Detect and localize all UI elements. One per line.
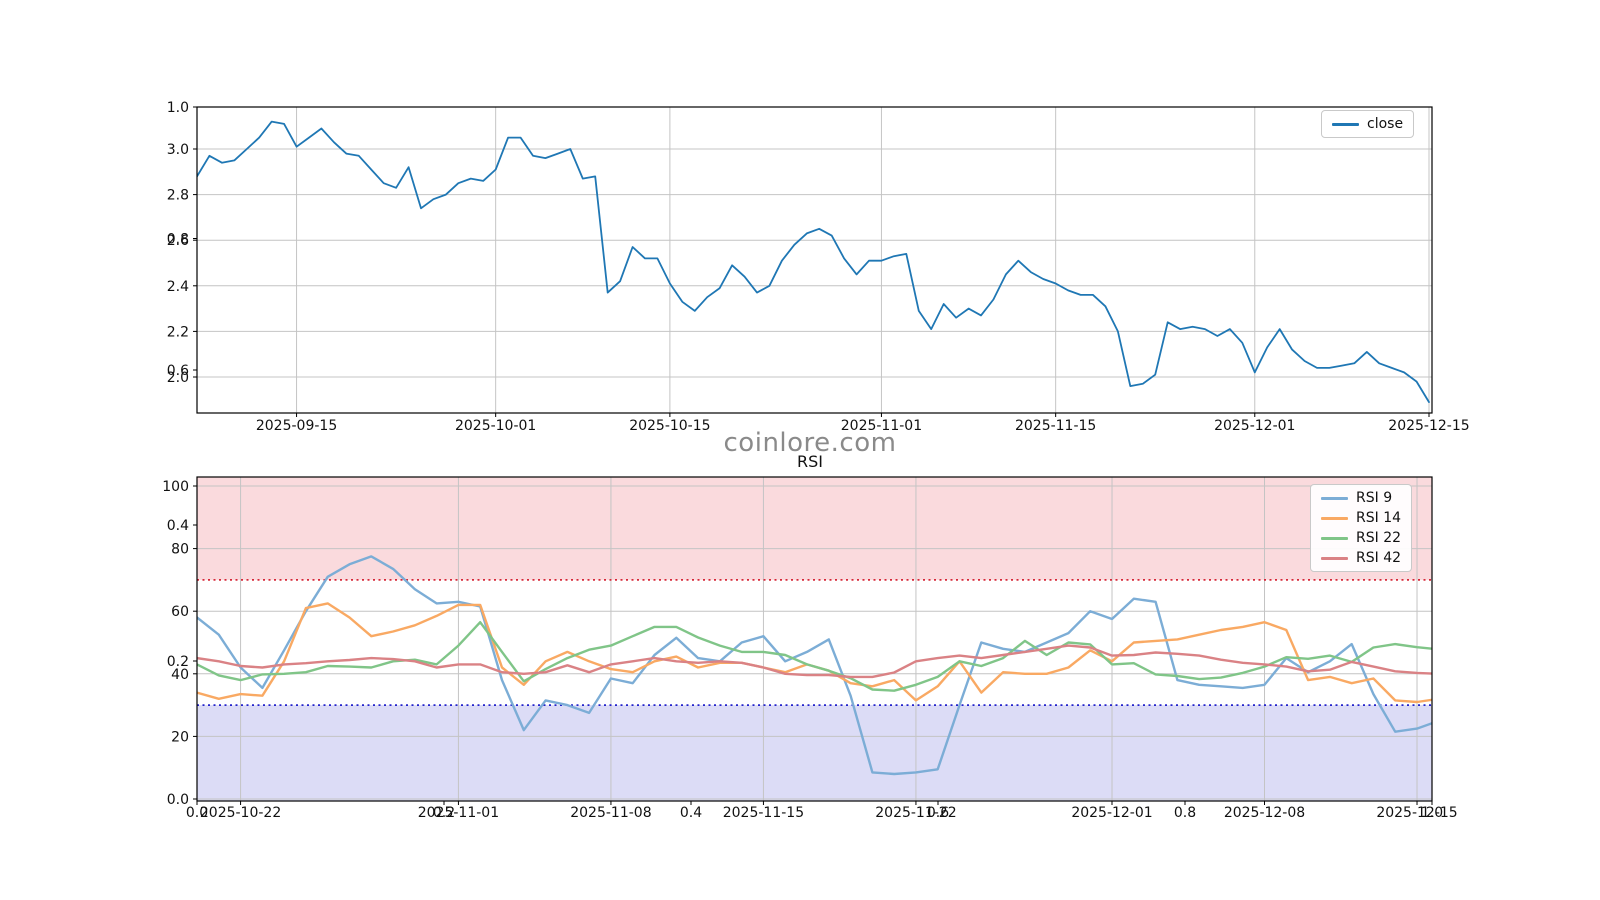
- y-tick-label: 0.0: [167, 792, 189, 808]
- y-tick-label-secondary: 0.8: [167, 232, 189, 248]
- y-tick-label-secondary: 0.6: [167, 363, 189, 379]
- y-tick-label: 2.2: [167, 324, 189, 340]
- x-tick-label-secondary: 0.6: [927, 805, 949, 821]
- x-tick-label: 2025-11-15: [1015, 418, 1096, 434]
- overbought-band: [197, 477, 1432, 580]
- x-tick-label-secondary: 0.0: [186, 805, 208, 821]
- x-tick-label: 2025-12-15: [1388, 418, 1469, 434]
- y-tick-label: 80: [171, 542, 189, 558]
- x-tick-label-secondary: 1.0: [1421, 805, 1443, 821]
- y-tick-label: 100: [162, 479, 189, 495]
- y-tick-label: 3.0: [167, 142, 189, 158]
- x-tick-label: 2025-12-01: [1071, 805, 1152, 821]
- y-tick-label: 60: [171, 604, 189, 620]
- y-tick-label: 2.4: [167, 279, 189, 295]
- x-tick-label-secondary: 0.2: [433, 805, 455, 821]
- x-tick-label-secondary: 0.4: [680, 805, 702, 821]
- x-tick-label: 2025-10-15: [629, 418, 710, 434]
- x-tick-label: 2025-11-15: [723, 805, 804, 821]
- y-tick-label: 20: [171, 729, 189, 745]
- oversold-band: [197, 705, 1432, 801]
- x-tick-label: 2025-11-08: [570, 805, 651, 821]
- x-tick-label: 2025-10-22: [200, 805, 281, 821]
- x-tick-label: 2025-12-15: [1376, 805, 1457, 821]
- x-tick-label: 2025-11-01: [841, 418, 922, 434]
- x-tick-label: 2025-10-01: [455, 418, 536, 434]
- x-tick-label: 2025-09-15: [256, 418, 337, 434]
- x-tick-label: 2025-11-01: [418, 805, 499, 821]
- x-tick-label: 2025-12-01: [1214, 418, 1295, 434]
- page: { "watermark": "coinlore.com", "subtitle…: [0, 0, 1600, 900]
- x-tick-label: 2025-12-08: [1224, 805, 1305, 821]
- x-tick-label-secondary: 0.8: [1174, 805, 1196, 821]
- y-tick-label: 2.8: [167, 188, 189, 204]
- price-rsi-chart: 2025-09-15 2025-10-01 2025-10-15 2025-11-01…: [0, 0, 1600, 900]
- y-tick-label-secondary: 0.4: [167, 518, 189, 534]
- y-tick-label-secondary: 1.0: [167, 100, 189, 116]
- y-tick-label-secondary: 0.2: [167, 654, 189, 670]
